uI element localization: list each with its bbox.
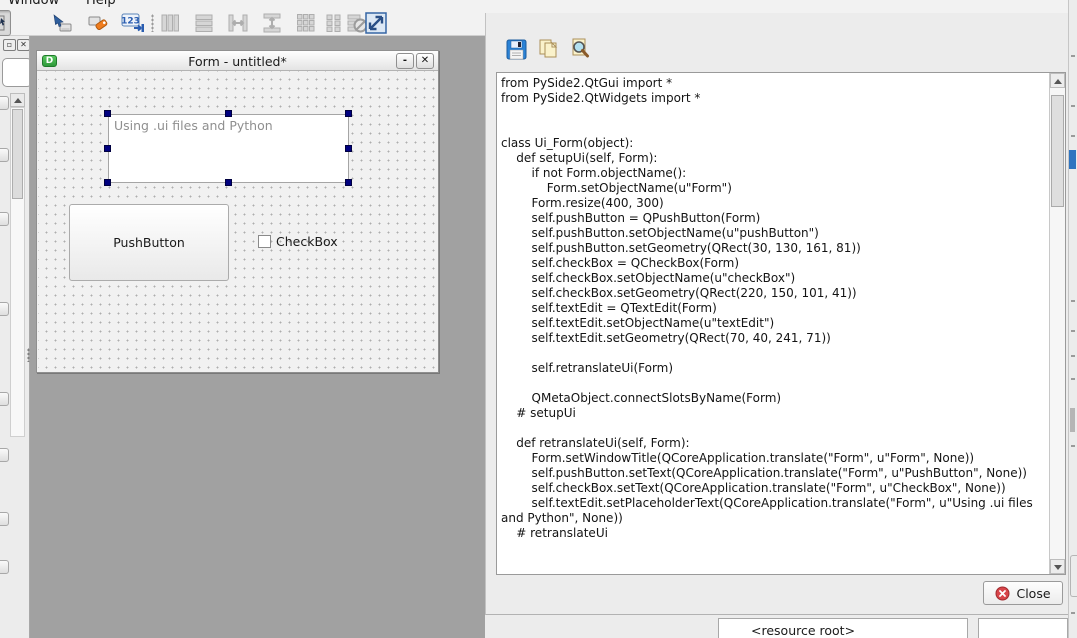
resource-tree-panel[interactable]: <resource root> [718,618,968,638]
checkbox-widget[interactable]: CheckBox [258,234,338,249]
widget-category-bar[interactable] [0,148,9,162]
panel-mark [1071,55,1075,57]
find-icon [569,38,591,60]
edit-signals-slots-button[interactable] [48,10,76,36]
selection-handle-sw[interactable] [104,179,111,186]
menu-window[interactable]: Window [8,0,59,8]
copy-code-button[interactable] [536,37,560,61]
lay-out-grid-button[interactable] [292,10,320,36]
selection-handle-n[interactable] [225,110,232,117]
lay-out-form-icon [325,13,343,33]
find-in-code-button[interactable] [568,37,592,61]
close-panel-button[interactable]: ✕ [17,39,30,51]
code-text[interactable]: from PySide2.QtGui import * from PySide2… [501,76,1046,541]
widget-category-bar[interactable] [0,212,9,226]
mdi-area: D Form - untitled* - ✕ Using .ui files a… [30,36,485,638]
lay-out-vertically-button[interactable] [190,10,218,36]
panel-mark [1071,105,1075,107]
edit-widgets-icon [0,13,7,33]
textedit-placeholder: Using .ui files and Python [114,118,273,133]
widget-category-bar[interactable] [0,392,9,406]
edit-tab-order-icon: 123 [121,12,145,34]
lay-out-vertically-icon [193,12,215,34]
scrollbar-thumb[interactable] [1070,408,1075,432]
widget-category-bar[interactable] [0,448,9,462]
scrollbar-thumb[interactable] [12,109,23,199]
float-panel-button[interactable]: ▫ [3,39,16,51]
edit-tab-order-button[interactable]: 123 [119,10,147,36]
svg-text:123: 123 [121,17,140,27]
panel-mark [1071,330,1075,332]
scrollbar-thumb[interactable] [1051,95,1064,207]
toolbar-separator [151,14,154,32]
lay-out-grid-icon [295,12,317,34]
lay-out-form-button[interactable] [322,10,346,36]
resource-list-panel[interactable] [978,618,1068,638]
checkbox-box[interactable] [258,235,271,248]
adjust-size-icon [364,11,388,35]
panel-mark [1071,378,1075,380]
panel-mark [1071,355,1075,357]
lay-out-horizontally-icon [159,12,181,34]
pushbutton-widget[interactable]: PushButton [69,204,229,281]
form-window-titlebar[interactable]: D Form - untitled* - ✕ [37,51,438,71]
panel-mark [1071,445,1075,447]
minimize-button[interactable]: - [396,53,414,69]
selection-handle-e[interactable] [345,145,352,152]
save-icon [506,39,527,60]
adjust-size-button[interactable] [362,10,390,36]
copy-icon [537,38,559,60]
close-window-button[interactable]: ✕ [416,53,434,69]
resource-root-item[interactable]: <resource root> [751,623,855,638]
panel-box-edge [1070,555,1077,597]
edit-buddies-icon [87,12,109,34]
widget-category-bar[interactable] [0,302,9,316]
panel-mark [1071,300,1075,302]
widget-category-bar[interactable] [0,512,9,526]
scroll-up-arrow[interactable] [10,93,25,107]
lay-out-horizontal-splitter-button[interactable] [224,10,252,36]
form-editor-window[interactable]: D Form - untitled* - ✕ Using .ui files a… [36,50,439,373]
lay-out-horizontal-splitter-icon [227,12,249,34]
save-code-button[interactable] [504,37,528,61]
close-icon [995,586,1010,601]
selection-handle-nw[interactable] [104,110,111,117]
close-button-label: Close [1016,586,1050,601]
code-view[interactable]: from PySide2.QtGui import * from PySide2… [496,72,1066,575]
selection-handle-se[interactable] [345,179,352,186]
lay-out-vertical-splitter-button[interactable] [258,10,286,36]
menubar: Window Help [0,0,485,8]
view-code-dialog: from PySide2.QtGui import * from PySide2… [485,13,1068,615]
widget-category-bar[interactable] [0,560,9,574]
panel-mark [1071,612,1075,614]
edit-widgets-button[interactable] [0,10,11,36]
panel-mark [1071,135,1075,137]
menu-help[interactable]: Help [86,0,116,8]
selection-handle-s[interactable] [225,179,232,186]
property-editor-sliver [1068,0,1077,638]
textedit-widget[interactable]: Using .ui files and Python [108,114,349,183]
widget-box-scrollbar[interactable] [10,107,25,437]
selection-handle-w[interactable] [104,145,111,152]
form-window-title: Form - untitled* [37,54,438,69]
code-scrollbar[interactable] [1049,73,1065,574]
scroll-down-arrow[interactable] [1050,559,1065,574]
lay-out-horizontally-button[interactable] [156,10,184,36]
widget-filter-input[interactable] [2,58,30,87]
edit-buddies-button[interactable] [84,10,112,36]
selection-handle-ne[interactable] [345,110,352,117]
lay-out-vertical-splitter-icon [261,12,283,34]
resource-browser-dock: <resource root> [713,615,1077,638]
edit-signals-slots-icon [51,12,73,34]
selected-row-mark [1069,150,1076,169]
scroll-up-arrow[interactable] [1050,73,1065,88]
close-dialog-button[interactable]: Close [983,581,1063,605]
checkbox-label: CheckBox [276,234,338,249]
widget-box-dock: ▫ ✕ [0,36,30,638]
form-canvas[interactable]: Using .ui files and Python PushButton Ch… [38,71,437,372]
widget-category-bar[interactable] [0,96,9,110]
